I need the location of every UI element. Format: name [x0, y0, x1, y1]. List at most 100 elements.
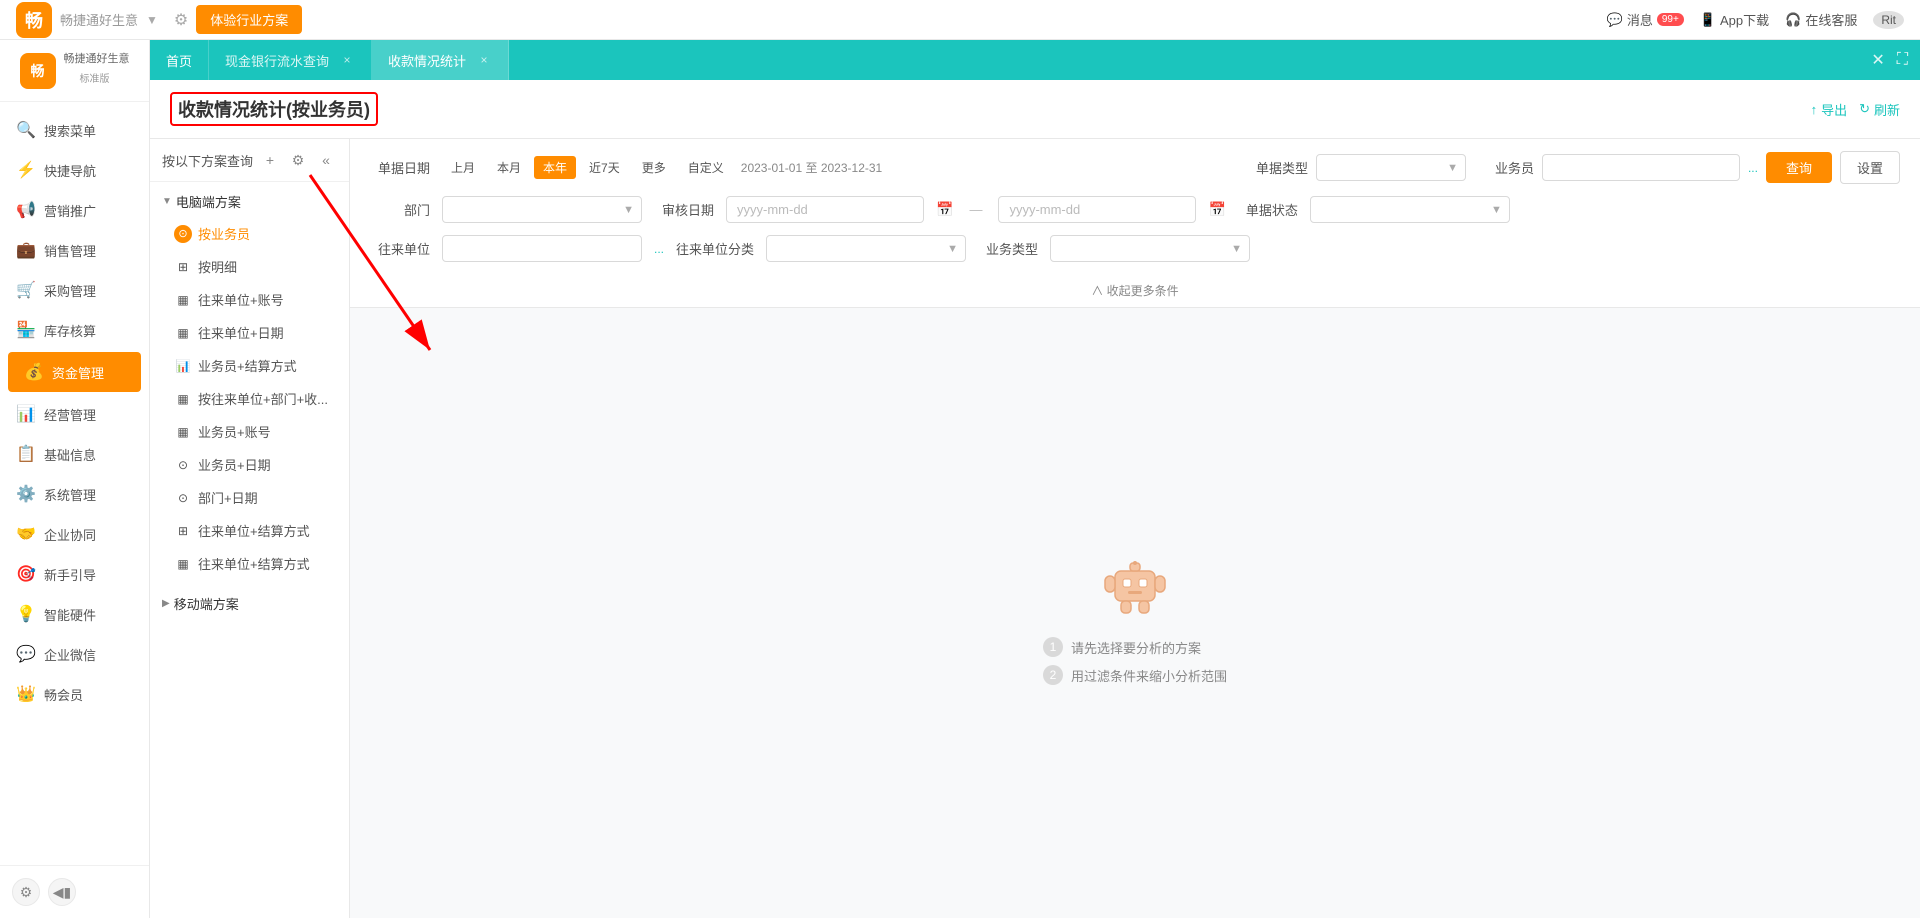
scheme-item-label: 往来单位+账号 [198, 290, 284, 309]
sidebar-item-guide[interactable]: 🎯 新手引导 [0, 554, 149, 594]
chart-icon: 📊 [174, 357, 192, 375]
add-scheme-button[interactable]: + [259, 149, 281, 171]
sidebar-item-quicknav[interactable]: ⚡ 快捷导航 [0, 150, 149, 190]
calendar-icon[interactable]: 📅 [936, 201, 953, 218]
right-content: 单据日期 上月 本月 本年 近7天 更多 自定义 2023-01-01 至 20… [350, 139, 1920, 918]
clock-icon: ⊙ [174, 489, 192, 507]
sidebar-item-search[interactable]: 🔍 搜索菜单 [0, 110, 149, 150]
date-tab-this-month[interactable]: 本月 [488, 156, 530, 179]
tab-bank-flow-close[interactable]: × [339, 52, 355, 68]
sidebar-item-label: 企业微信 [44, 645, 96, 664]
tab-collections-close[interactable]: × [476, 52, 492, 68]
sidebar-item-wechat[interactable]: 💬 企业微信 [0, 634, 149, 674]
scheme-item-salesperson-account[interactable]: ▦ 业务员+账号 [150, 415, 349, 448]
dept-select[interactable] [442, 196, 642, 223]
query-button[interactable]: 查询 [1766, 152, 1832, 183]
sidebar-item-sales[interactable]: 💼 销售管理 [0, 230, 149, 270]
scheme-item-unit-account[interactable]: ▦ 往来单位+账号 [150, 283, 349, 316]
active-scheme-icon: ⊙ [174, 225, 192, 243]
close-window-button[interactable]: ✕ [1871, 50, 1884, 70]
scheme-item-unit-settlement2[interactable]: ▦ 往来单位+结算方式 [150, 547, 349, 580]
audit-date-from-input[interactable] [726, 196, 924, 223]
sidebar-item-baseinfo[interactable]: 📋 基础信息 [0, 434, 149, 474]
scheme-panel-title: 按以下方案查询 [162, 151, 253, 170]
gear-icon[interactable]: ⚙ [174, 10, 188, 30]
collapse-more-button[interactable]: ∧ 收起更多条件 [370, 274, 1900, 307]
scheme-item-label: 业务员+结算方式 [198, 356, 297, 375]
scheme-item-unit-date[interactable]: ▦ 往来单位+日期 [150, 316, 349, 349]
tip-text-1: 请先选择要分析的方案 [1071, 638, 1201, 657]
date-tab-7days[interactable]: 近7天 [580, 156, 629, 179]
calendar-icon[interactable]: 📅 [1208, 201, 1225, 218]
tab-home[interactable]: 首页 [150, 40, 209, 80]
biz-type-select[interactable] [1050, 235, 1250, 262]
date-tab-custom[interactable]: 自定义 [679, 156, 733, 179]
messages-button[interactable]: 💬 消息 99+ [1607, 10, 1684, 29]
partner-category-label: 往来单位分类 [676, 239, 754, 258]
dept-select-wrapper: ▼ [442, 196, 642, 223]
tab-collections[interactable]: 收款情况统计 × [372, 40, 509, 80]
sidebar-item-hardware[interactable]: 💡 智能硬件 [0, 594, 149, 634]
scheme-item-salesperson-date[interactable]: ⊙ 业务员+日期 [150, 448, 349, 481]
collapse-scheme-button[interactable]: « [315, 149, 337, 171]
sidebar-item-operations[interactable]: 📊 经营管理 [0, 394, 149, 434]
scheme-settings-button[interactable]: ⚙ [287, 149, 309, 171]
partner-more-button[interactable]: ... [654, 242, 664, 256]
sidebar-item-finance[interactable]: 💰 资金管理 [8, 352, 141, 392]
scheme-group-mobile-title[interactable]: ▶ 移动端方案 [150, 588, 349, 619]
sidebar-item-label: 智能硬件 [44, 605, 96, 624]
chevron-down-icon[interactable]: ▼ [146, 13, 158, 27]
partner-input[interactable] [442, 235, 642, 262]
date-tab-this-year[interactable]: 本年 [534, 156, 576, 179]
settings-button[interactable]: 设置 [1840, 151, 1900, 184]
user-avatar[interactable]: Rit [1873, 11, 1904, 29]
sidebar-item-cooperation[interactable]: 🤝 企业协同 [0, 514, 149, 554]
maximize-button[interactable]: ⛶ [1897, 51, 1908, 69]
finance-icon: 💰 [24, 362, 44, 382]
salesperson-input[interactable] [1542, 154, 1740, 181]
app-name: 畅捷通好生意 [60, 10, 138, 29]
doc-status-select[interactable] [1310, 196, 1510, 223]
export-button[interactable]: ↑ 导出 [1811, 100, 1848, 119]
date-tab-last-month[interactable]: 上月 [442, 156, 484, 179]
audit-date-label: 审核日期 [654, 200, 714, 219]
scheme-item-unit-settlement1[interactable]: ⊞ 往来单位+结算方式 [150, 514, 349, 547]
online-support-button[interactable]: 🎧 在线客服 [1785, 10, 1857, 29]
collapse-sidebar-button[interactable]: ◀▮ [48, 878, 76, 906]
empty-tip-2: 2 用过滤条件来缩小分析范围 [1043, 665, 1227, 685]
operations-icon: 📊 [16, 404, 36, 424]
scheme-item-salesperson-settlement[interactable]: 📊 业务员+结算方式 [150, 349, 349, 382]
doc-type-select[interactable] [1316, 154, 1466, 181]
date-tab-more[interactable]: 更多 [633, 156, 675, 179]
table-icon: ▦ [174, 423, 192, 441]
date-tabs: 上月 本月 本年 近7天 更多 自定义 2023-01-01 至 2023-12… [442, 156, 882, 179]
trial-button[interactable]: 体验行业方案 [196, 5, 302, 34]
purchase-icon: 🛒 [16, 280, 36, 300]
sidebar-item-inventory[interactable]: 🏪 库存核算 [0, 310, 149, 350]
scheme-item-dept-date[interactable]: ⊙ 部门+日期 [150, 481, 349, 514]
partner-category-select[interactable] [766, 235, 966, 262]
app-download-button[interactable]: 📱 App下载 [1700, 10, 1769, 29]
sidebar-item-purchase[interactable]: 🛒 采购管理 [0, 270, 149, 310]
scheme-item-unit-dept-collect[interactable]: ▦ 按往来单位+部门+收... [150, 382, 349, 415]
scheme-group-desktop-title[interactable]: ▼ 电脑端方案 [150, 186, 349, 217]
scheme-item-by-detail[interactable]: ⊞ 按明细 [150, 250, 349, 283]
settings-bottom-button[interactable]: ⚙ [12, 878, 40, 906]
table-icon: ▦ [174, 390, 192, 408]
sidebar-item-system[interactable]: ⚙️ 系统管理 [0, 474, 149, 514]
tab-bank-flow[interactable]: 现金银行流水查询 × [209, 40, 372, 80]
body-area: 按以下方案查询 + ⚙ « [150, 139, 1920, 918]
sidebar-item-label: 快捷导航 [44, 161, 96, 180]
sidebar-item-label: 营销推广 [44, 201, 96, 220]
scheme-item-label: 按业务员 [198, 224, 250, 243]
refresh-button[interactable]: ↻ 刷新 [1859, 100, 1900, 119]
audit-date-to-input[interactable] [998, 196, 1196, 223]
sidebar-item-member[interactable]: 👑 畅会员 [0, 674, 149, 714]
biz-type-select-wrapper: ▼ [1050, 235, 1250, 262]
scheme-item-by-salesperson[interactable]: ⊙ 按业务员 [150, 217, 349, 250]
scheme-item-label: 业务员+日期 [198, 455, 271, 474]
salesperson-more-button[interactable]: ... [1748, 161, 1758, 175]
scheme-item-label: 按明细 [198, 257, 237, 276]
sidebar-item-marketing[interactable]: 📢 营销推广 [0, 190, 149, 230]
scheme-panel-actions: + ⚙ « [259, 149, 337, 171]
